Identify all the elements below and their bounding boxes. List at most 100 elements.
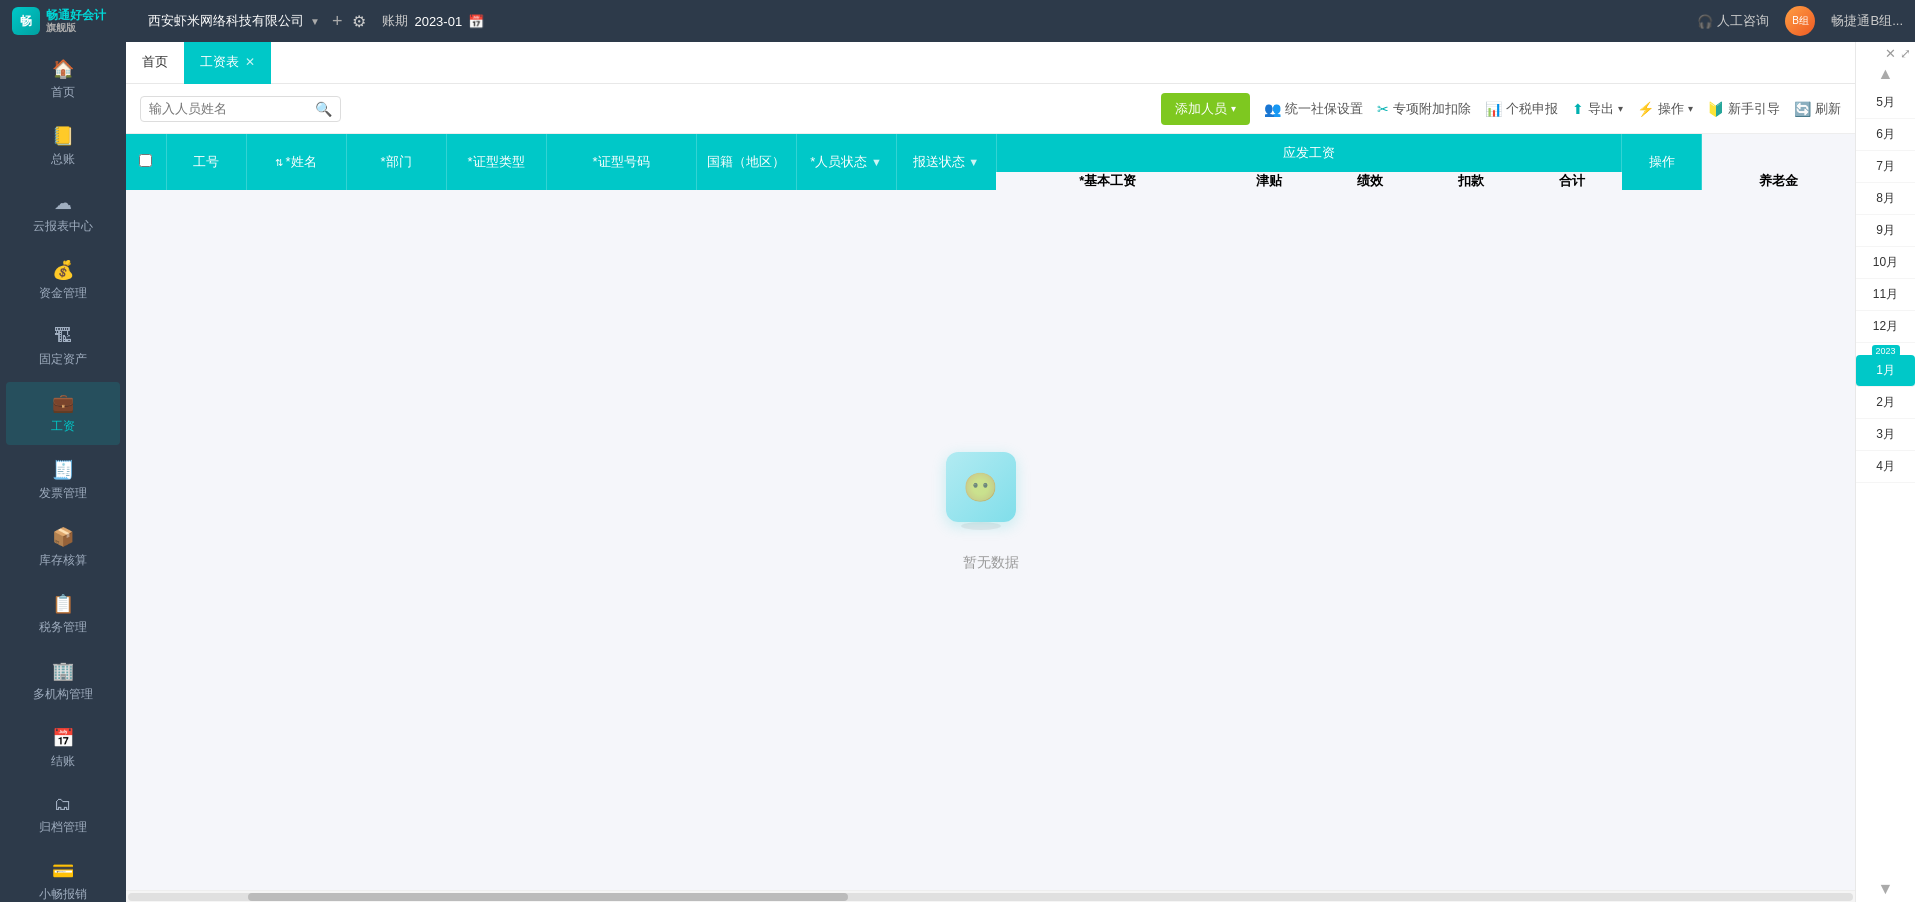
report-filter-icon[interactable]: ▼ bbox=[968, 156, 979, 168]
content-area: 首页 工资表 ✕ 🔍 添加人员 ▾ 👥 统一社保设置 bbox=[126, 42, 1855, 902]
select-all-checkbox[interactable] bbox=[139, 154, 152, 167]
avatar-label: B组 bbox=[1792, 14, 1809, 28]
sidebar-label-cloud: 云报表中心 bbox=[33, 218, 93, 235]
sidebar-item-archive[interactable]: 🗂 归档管理 bbox=[6, 784, 120, 846]
top-bar-actions: + ⚙ bbox=[332, 11, 367, 32]
app-sub: 旗舰版 bbox=[46, 22, 106, 34]
sidebar-label-salary: 工资 bbox=[51, 418, 75, 435]
sidebar-item-multi-org[interactable]: 🏢 多机构管理 bbox=[6, 650, 120, 713]
refresh-btn[interactable]: 🔄 刷新 bbox=[1794, 100, 1841, 118]
empty-state: 😶 暂无数据 bbox=[946, 452, 1036, 572]
month-item-2023-3[interactable]: 3月 bbox=[1856, 419, 1915, 451]
col-bonus: 津贴 bbox=[1219, 172, 1320, 190]
col-id: 工号 bbox=[166, 134, 246, 190]
col-perf: 绩效 bbox=[1320, 172, 1421, 190]
month-item-9[interactable]: 9月 bbox=[1856, 215, 1915, 247]
refresh-label: 刷新 bbox=[1815, 100, 1841, 118]
month-item-6[interactable]: 6月 bbox=[1856, 119, 1915, 151]
tab-salary[interactable]: 工资表 ✕ bbox=[184, 42, 271, 84]
export-chevron-icon: ▾ bbox=[1618, 103, 1623, 114]
toolbar-right: 添加人员 ▾ 👥 统一社保设置 ✂ 专项附加扣除 📊 个税申报 ⬆ bbox=[1161, 93, 1841, 125]
social-security-label: 统一社保设置 bbox=[1285, 100, 1363, 118]
service-btn[interactable]: 🎧 人工咨询 bbox=[1697, 12, 1769, 30]
avatar[interactable]: B组 bbox=[1785, 6, 1815, 36]
col-status: *人员状态 ▼ bbox=[796, 134, 896, 190]
close-panel-icon[interactable]: ✕ bbox=[1885, 46, 1896, 61]
month-item-12[interactable]: 12月 bbox=[1856, 311, 1915, 343]
month-item-2023-4[interactable]: 4月 bbox=[1856, 451, 1915, 483]
month-item-7[interactable]: 7月 bbox=[1856, 151, 1915, 183]
month-item-11[interactable]: 11月 bbox=[1856, 279, 1915, 311]
special-deduct-btn[interactable]: ✂ 专项附加扣除 bbox=[1377, 100, 1471, 118]
add-chevron-icon: ▾ bbox=[1231, 103, 1236, 114]
personal-tax-icon: 📊 bbox=[1485, 101, 1502, 117]
add-person-button[interactable]: 添加人员 ▾ bbox=[1161, 93, 1250, 125]
period-label: 账期 2023-01 📅 bbox=[382, 12, 484, 30]
col-cert-no: *证型号码 bbox=[546, 134, 696, 190]
sidebar-item-invoice[interactable]: 🧾 发票管理 bbox=[6, 449, 120, 512]
col-pension: 养老金 bbox=[1702, 172, 1855, 190]
sidebar-label-org: 多机构管理 bbox=[33, 686, 93, 703]
month-item-2023-1[interactable]: 2023 1月 bbox=[1856, 355, 1915, 387]
sidebar-item-expense[interactable]: 💳 小畅报销 bbox=[6, 850, 120, 902]
tab-home[interactable]: 首页 bbox=[126, 42, 184, 84]
tab-close-icon[interactable]: ✕ bbox=[245, 55, 255, 69]
user-name: 畅捷通B组... bbox=[1831, 12, 1903, 30]
org-icon: 🏢 bbox=[52, 660, 74, 682]
sidebar-label-expense: 小畅报销 bbox=[39, 886, 87, 902]
sidebar-label-ledger: 总账 bbox=[51, 151, 75, 168]
calendar-icon[interactable]: 📅 bbox=[468, 14, 484, 29]
add-icon[interactable]: + bbox=[332, 11, 343, 32]
sidebar-item-close[interactable]: 📅 结账 bbox=[6, 717, 120, 780]
export-btn[interactable]: ⬆ 导出 ▾ bbox=[1572, 100, 1623, 118]
export-label: 导出 bbox=[1588, 100, 1614, 118]
sidebar-label-close: 结账 bbox=[51, 753, 75, 770]
sidebar-label-tax: 税务管理 bbox=[39, 619, 87, 636]
refresh-icon: 🔄 bbox=[1794, 101, 1811, 117]
search-wrapper[interactable]: 🔍 bbox=[140, 96, 341, 122]
company-selector[interactable]: 西安虾米网络科技有限公司 ▼ bbox=[148, 12, 320, 30]
col-ops: 操作 bbox=[1622, 134, 1702, 190]
settings-icon[interactable]: ⚙ bbox=[352, 12, 366, 31]
main-layout: 🏠 首页 📒 总账 ☁ 云报表中心 💰 资金管理 🏗 固定资产 💼 工资 🧾 发… bbox=[0, 42, 1915, 902]
sidebar-item-fixed-assets[interactable]: 🏗 固定资产 bbox=[6, 316, 120, 378]
table-wrapper: 工号 ⇅*姓名 *部门 *证型类型 *证型号码 国籍（地区） *人员状态 ▼ bbox=[126, 134, 1855, 890]
col-checkbox[interactable] bbox=[126, 134, 166, 190]
personal-tax-btn[interactable]: 📊 个税申报 bbox=[1485, 100, 1558, 118]
capital-icon: 💰 bbox=[52, 259, 74, 281]
month-item-10[interactable]: 10月 bbox=[1856, 247, 1915, 279]
month-item-8[interactable]: 8月 bbox=[1856, 183, 1915, 215]
assets-icon: 🏗 bbox=[54, 326, 72, 347]
chevron-down-icon: ▼ bbox=[310, 16, 320, 27]
status-filter-icon[interactable]: ▼ bbox=[871, 156, 882, 168]
sidebar-item-salary[interactable]: 💼 工资 bbox=[6, 382, 120, 445]
expand-panel-icon[interactable]: ⤢ bbox=[1900, 46, 1911, 61]
new-guide-btn[interactable]: 🔰 新手引导 bbox=[1707, 100, 1780, 118]
period-value[interactable]: 2023-01 bbox=[414, 14, 462, 29]
bottom-scrollbar[interactable] bbox=[126, 890, 1855, 902]
scrollbar-track[interactable] bbox=[128, 893, 1853, 901]
sidebar-item-inventory[interactable]: 📦 库存核算 bbox=[6, 516, 120, 579]
down-arrow-icon: ▼ bbox=[1878, 880, 1894, 898]
social-security-btn[interactable]: 👥 统一社保设置 bbox=[1264, 100, 1363, 118]
date-nav-up[interactable]: ▲ bbox=[1856, 61, 1915, 87]
table-header-row1: 工号 ⇅*姓名 *部门 *证型类型 *证型号码 国籍（地区） *人员状态 ▼ bbox=[126, 134, 1855, 172]
operations-btn[interactable]: ⚡ 操作 ▾ bbox=[1637, 100, 1693, 118]
sidebar-item-tax[interactable]: 📋 税务管理 bbox=[6, 583, 120, 646]
month-item-5[interactable]: 5月 bbox=[1856, 87, 1915, 119]
expense-icon: 💳 bbox=[52, 860, 74, 882]
sidebar-item-cloud-report[interactable]: ☁ 云报表中心 bbox=[6, 182, 120, 245]
sidebar-item-home[interactable]: 🏠 首页 bbox=[6, 48, 120, 111]
operations-chevron-icon: ▾ bbox=[1688, 103, 1693, 114]
social-security-icon: 👥 bbox=[1264, 101, 1281, 117]
date-nav-down[interactable]: ▼ bbox=[1856, 876, 1915, 902]
scrollbar-thumb[interactable] bbox=[248, 893, 848, 901]
sidebar-item-capital[interactable]: 💰 资金管理 bbox=[6, 249, 120, 312]
month-item-2023-2[interactable]: 2月 bbox=[1856, 387, 1915, 419]
name-sort-icon[interactable]: ⇅ bbox=[275, 157, 283, 168]
sidebar-item-ledger[interactable]: 📒 总账 bbox=[6, 115, 120, 178]
top-bar-right: 🎧 人工咨询 B组 畅捷通B组... bbox=[1697, 6, 1903, 36]
col-region: 国籍（地区） bbox=[696, 134, 796, 190]
month-list: 5月 6月 7月 8月 9月 10月 11月 12月 2023 1月 2月 3月… bbox=[1856, 87, 1915, 876]
search-input[interactable] bbox=[149, 101, 309, 116]
